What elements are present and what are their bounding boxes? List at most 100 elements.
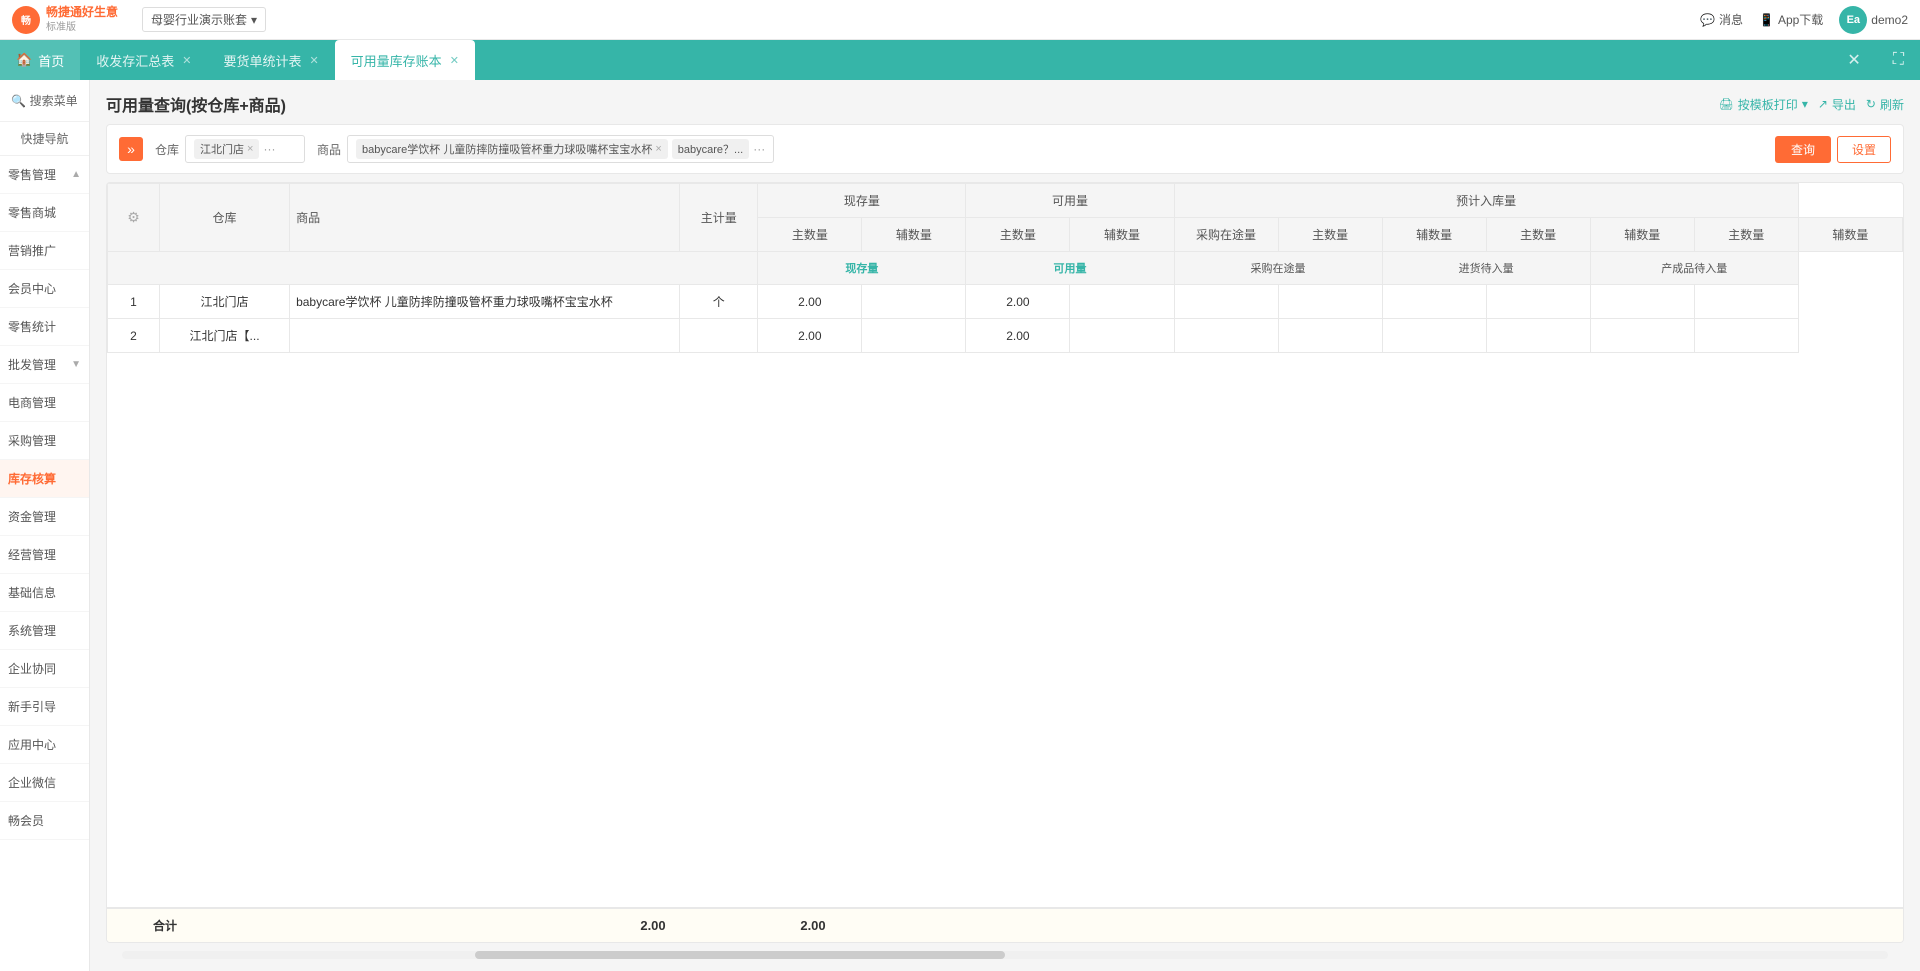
sidebar-item-marketing[interactable]: 营销推广 xyxy=(0,232,89,270)
page-title: 可用量查询(按仓库+商品) xyxy=(106,92,286,116)
print-label: 按模板打印 xyxy=(1738,96,1798,113)
row1-prod-main xyxy=(1590,285,1694,319)
sidebar-item-app-center[interactable]: 应用中心 xyxy=(0,726,89,764)
tab-receive-send-label: 收发存汇总表 xyxy=(96,51,174,70)
sidebar-item-operations[interactable]: 经营管理 xyxy=(0,536,89,574)
refresh-label: 刷新 xyxy=(1880,96,1904,113)
warehouse-tag: 江北门店 × xyxy=(194,139,259,159)
tab-order-stats[interactable]: 要货单统计表 ✕ xyxy=(207,40,334,80)
product-tag-1-close[interactable]: × xyxy=(655,143,661,155)
export-btn[interactable]: ↗ 导出 xyxy=(1818,96,1856,113)
search-menu-btn[interactable]: 🔍 搜索菜单 xyxy=(8,88,81,113)
app-label: App下载 xyxy=(1778,11,1823,28)
quick-nav-label: 快捷导航 xyxy=(20,132,68,146)
sidebar: 🔍 搜索菜单 快捷导航 零售管理 ▲ 零售商城 营销推广 会员中心 零售统计 批… xyxy=(0,80,90,971)
refresh-icon: ↻ xyxy=(1866,97,1876,111)
row1-no: 1 xyxy=(108,285,160,319)
row2-warehouse: 江北门店【... xyxy=(160,319,290,353)
th-blank xyxy=(108,252,758,285)
product-filter-input[interactable]: babycare学饮杯 儿童防摔防撞吸管杯重力球吸嘴杯宝宝水杯 × babyca… xyxy=(347,135,774,163)
row1-prod-aux xyxy=(1694,285,1798,319)
sidebar-ecommerce-label: 电商管理 xyxy=(8,394,56,411)
sidebar-item-member[interactable]: 会员中心 xyxy=(0,270,89,308)
query-button[interactable]: 查询 xyxy=(1775,136,1831,163)
refresh-btn[interactable]: ↻ 刷新 xyxy=(1866,96,1904,113)
table-row: 2 江北门店【... 2.00 2.00 xyxy=(108,319,1903,353)
warehouse-tag-close[interactable]: × xyxy=(247,143,253,155)
sidebar-member-label: 会员中心 xyxy=(8,280,56,297)
product-tag-2-value: babycare？... xyxy=(678,141,743,157)
tab-available-stock-close[interactable]: ✕ xyxy=(450,54,459,67)
logo-sub: 标准版 xyxy=(46,21,118,34)
data-table: ⚙ 仓库 商品 主计量 现存量 可用量 预计入库量 主数量 辅数量 主数量 辅数… xyxy=(107,183,1903,353)
th-settings[interactable]: ⚙ xyxy=(108,184,160,252)
row2-product xyxy=(290,319,680,353)
search-icon: 🔍 xyxy=(11,94,26,108)
sidebar-item-enterprise-wechat[interactable]: 企业微信 xyxy=(0,764,89,802)
sidebar-item-basic-info[interactable]: 基础信息 xyxy=(0,574,89,612)
tab-receive-send-close[interactable]: ✕ xyxy=(182,54,191,67)
th-avail-aux: 辅数量 xyxy=(1070,218,1174,252)
th-stock-aux: 辅数量 xyxy=(862,218,966,252)
sidebar-retail-stats-label: 零售统计 xyxy=(8,318,56,335)
warehouse-filter-input[interactable]: 江北门店 × ··· xyxy=(185,135,305,163)
row1-avail-aux xyxy=(1070,285,1174,319)
sidebar-item-retail-stats[interactable]: 零售统计 xyxy=(0,308,89,346)
user-menu[interactable]: Ea demo2 xyxy=(1839,6,1908,34)
logo-area: 畅 畅捷通好生意 标准版 xyxy=(12,5,118,34)
top-bar-left: 畅 畅捷通好生意 标准版 母婴行业演示账套 ▾ xyxy=(12,5,266,34)
sidebar-item-purchase[interactable]: 采购管理 xyxy=(0,422,89,460)
industry-selector[interactable]: 母婴行业演示账套 ▾ xyxy=(142,7,266,32)
tab-available-stock[interactable]: 可用量库存账本 ✕ xyxy=(335,40,475,80)
sidebar-item-wholesale-mgmt[interactable]: 批发管理 ▼ xyxy=(0,346,89,384)
scroll-track[interactable] xyxy=(122,951,1888,959)
sidebar-item-retail-shop[interactable]: 零售商城 xyxy=(0,194,89,232)
expand-btn[interactable]: ⛶ xyxy=(1885,51,1912,69)
sidebar-item-newbie-guide[interactable]: 新手引导 xyxy=(0,688,89,726)
page-header: 可用量查询(按仓库+商品) 🖨 按模板打印 ▾ ↗ 导出 ↻ 刷新 xyxy=(90,80,1920,124)
footer-avail-main: 2.00 xyxy=(773,918,853,933)
chevron-down-icon: ▾ xyxy=(251,13,257,27)
quick-nav-btn[interactable]: 快捷导航 xyxy=(0,122,89,156)
sidebar-item-enterprise-collab[interactable]: 企业协同 xyxy=(0,650,89,688)
sidebar-item-retail-mgmt[interactable]: 零售管理 ▲ xyxy=(0,156,89,194)
page-actions: 🖨 按模板打印 ▾ ↗ 导出 ↻ 刷新 xyxy=(1719,96,1904,113)
row2-prod-aux xyxy=(1694,319,1798,353)
sidebar-app-center-label: 应用中心 xyxy=(8,736,56,753)
row1-avail-main: 2.00 xyxy=(966,285,1070,319)
sidebar-item-vip-member[interactable]: 畅会员 xyxy=(0,802,89,840)
sidebar-item-inventory[interactable]: 库存核算 xyxy=(0,460,89,498)
chevron-up-icon: ▲ xyxy=(71,169,81,180)
scroll-thumb[interactable] xyxy=(475,951,1005,959)
th-purchase-pending-aux: 辅数量 xyxy=(1590,218,1694,252)
print-btn[interactable]: 🖨 按模板打印 ▾ xyxy=(1719,96,1808,113)
th-purchase-transit-main: 主数量 xyxy=(1278,218,1382,252)
app-icon: 📱 xyxy=(1759,13,1774,27)
th-purchase-transit-sub: 采购在途量 xyxy=(1174,252,1382,285)
row1-unit: 个 xyxy=(680,285,758,319)
th-purchase-pending-sub: 进货待入量 xyxy=(1382,252,1590,285)
sidebar-enterprise-collab-label: 企业协同 xyxy=(8,660,56,677)
sidebar-item-ecommerce[interactable]: 电商管理 xyxy=(0,384,89,422)
footer-label: 合计 xyxy=(153,917,253,934)
sidebar-newbie-guide-label: 新手引导 xyxy=(8,698,56,715)
print-chevron-icon: ▾ xyxy=(1802,97,1808,111)
filter-toggle-btn[interactable]: » xyxy=(119,137,143,161)
logo-icon: 畅 xyxy=(12,6,40,34)
th-unit: 主计量 xyxy=(680,184,758,252)
product-filter-dots[interactable]: ··· xyxy=(753,142,765,156)
sidebar-item-finance[interactable]: 资金管理 xyxy=(0,498,89,536)
tab-receive-send[interactable]: 收发存汇总表 ✕ xyxy=(80,40,207,80)
app-download-btn[interactable]: 📱 App下载 xyxy=(1759,11,1823,28)
row1-stock-aux xyxy=(862,285,966,319)
filter-more-dots[interactable]: ··· xyxy=(263,142,275,156)
sidebar-item-system[interactable]: 系统管理 xyxy=(0,612,89,650)
search-menu-label: 搜索菜单 xyxy=(30,94,78,108)
row1-pt-aux xyxy=(1278,285,1382,319)
close-all-tabs-btn[interactable]: ✕ xyxy=(1839,50,1868,70)
message-btn[interactable]: 💬 消息 xyxy=(1700,11,1743,28)
tab-order-stats-close[interactable]: ✕ xyxy=(309,54,318,67)
settings-button[interactable]: 设置 xyxy=(1837,136,1891,163)
row2-unit xyxy=(680,319,758,353)
tab-home[interactable]: 🏠 首页 xyxy=(0,40,80,80)
